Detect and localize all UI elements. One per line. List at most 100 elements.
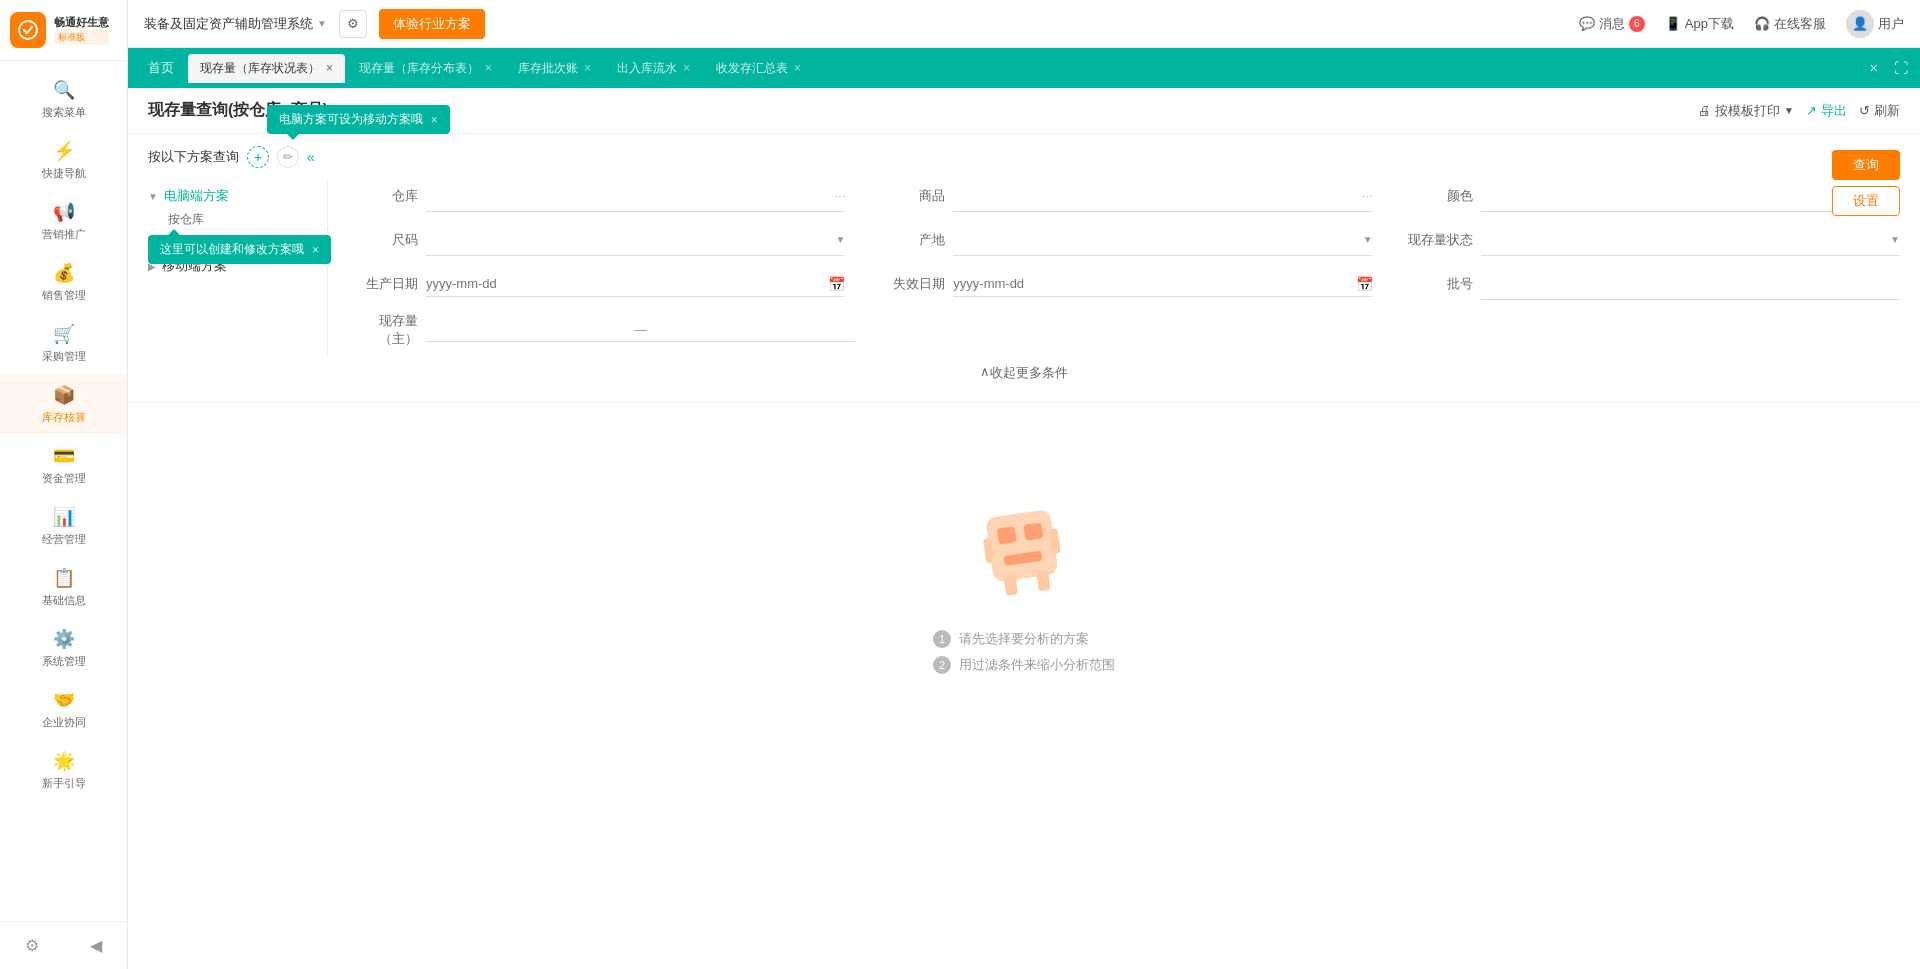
- filter-stock-qty: 现存量（主） —: [348, 312, 855, 348]
- trial-button[interactable]: 体验行业方案: [379, 9, 485, 39]
- user-label: 用户: [1878, 15, 1904, 33]
- search-button[interactable]: 查询: [1832, 150, 1900, 180]
- top-header: 装备及固定资产辅助管理系统 ▼ ⚙ 体验行业方案 💬 消息 6 📱 App下载 …: [128, 0, 1920, 48]
- filter-row-2: 尺码 ▼ 产地: [348, 224, 1900, 256]
- collapse-filter-row[interactable]: ∧ 收起更多条件: [148, 356, 1900, 390]
- filter-label: 按以下方案查询: [148, 148, 239, 166]
- sidebar-item-operations[interactable]: 📊 经营管理: [0, 496, 127, 557]
- sidebar-item-quicknav[interactable]: ⚡ 快捷导航: [0, 130, 127, 191]
- gear-button[interactable]: ⚙: [339, 10, 367, 38]
- sidebar-label-marketing: 营销推广: [42, 227, 86, 242]
- warehouse-input[interactable]: [426, 184, 834, 207]
- origin-input[interactable]: [953, 228, 1362, 251]
- filter-back-button[interactable]: «: [307, 149, 315, 165]
- tab-inventory-status[interactable]: 现存量（库存状况表） ×: [188, 54, 345, 83]
- tooltip-create-hint: 这里可以创建和修改方案哦 ×: [148, 235, 331, 264]
- tab-close-inventory-status[interactable]: ×: [326, 61, 333, 75]
- tab-label-inventory-status: 现存量（库存状况表）: [200, 60, 320, 77]
- tab-home[interactable]: 首页: [136, 53, 186, 83]
- print-action[interactable]: 🖨 按模板打印 ▼: [1698, 102, 1794, 120]
- sidebar-item-finance[interactable]: 💳 资金管理: [0, 435, 127, 496]
- tooltip-arrow-down: [287, 134, 299, 140]
- tooltip-create-close[interactable]: ×: [312, 243, 319, 257]
- stock-qty-min-input[interactable]: [426, 318, 630, 341]
- production-date-calendar-icon[interactable]: 📅: [828, 276, 845, 292]
- collapse-sidebar-btn[interactable]: ◀: [86, 932, 106, 959]
- stock-status-chevron-icon: ▼: [1890, 234, 1900, 245]
- svg-point-0: [19, 21, 37, 39]
- filter-row-1: 仓库 ··· 商品: [348, 180, 1900, 212]
- tooltip-scheme-close[interactable]: ×: [431, 113, 438, 127]
- empty-step-2: 2 用过滤条件来缩小分析范围: [933, 656, 1115, 674]
- tab-close-summary[interactable]: ×: [794, 61, 801, 75]
- tree-label-desktop: 电脑端方案: [164, 187, 229, 205]
- tab-fullscreen-btn[interactable]: ⛶: [1890, 56, 1912, 80]
- empty-step-1: 1 请先选择要分析的方案: [933, 630, 1115, 648]
- sidebar-item-marketing[interactable]: 📢 营销推广: [0, 191, 127, 252]
- filter-production-date: 生产日期 📅: [348, 268, 845, 300]
- sidebar-item-basic[interactable]: 📋 基础信息: [0, 557, 127, 618]
- sidebar-label-search: 搜索菜单: [42, 105, 86, 120]
- range-separator: —: [634, 322, 647, 337]
- batch-input[interactable]: [1481, 272, 1900, 295]
- sidebar-item-inventory[interactable]: 📦 库存核算: [0, 374, 127, 435]
- tab-bar: 首页 现存量（库存状况表） × 现存量（库存分布表） × 库存批次账 × 出入库…: [128, 48, 1920, 88]
- tree-item-desktop[interactable]: ▼ 电脑端方案: [148, 184, 315, 208]
- enterprise-icon: 🤝: [53, 689, 75, 711]
- warehouse-dots-icon[interactable]: ···: [834, 188, 845, 203]
- user-action[interactable]: 👤 用户: [1846, 10, 1904, 38]
- settings-bottom-btn[interactable]: ⚙: [21, 932, 43, 959]
- sidebar-item-purchase[interactable]: 🛒 采购管理: [0, 313, 127, 374]
- print-icon: 🖨: [1698, 103, 1711, 118]
- tab-summary[interactable]: 收发存汇总表 ×: [704, 54, 813, 83]
- print-chevron: ▼: [1784, 105, 1794, 116]
- stock-status-input[interactable]: [1481, 228, 1890, 251]
- marketing-icon: 📢: [53, 201, 75, 223]
- tab-close-batch-account[interactable]: ×: [584, 61, 591, 75]
- filter-batch: 批号: [1403, 268, 1900, 300]
- message-action[interactable]: 💬 消息 6: [1579, 15, 1645, 33]
- sidebar-item-enterprise[interactable]: 🤝 企业协同: [0, 679, 127, 740]
- tree-child-warehouse[interactable]: 按仓库: [168, 208, 315, 231]
- filter-product: 商品 ···: [875, 180, 1372, 212]
- scheme-panel: 这里可以创建和修改方案哦 × ▼ 电脑端方案 按仓库: [148, 180, 328, 356]
- tab-batch-account[interactable]: 库存批次账 ×: [506, 54, 603, 83]
- content-inner: 现存量查询(按仓库+商品) 🖨 按模板打印 ▼ ↗ 导出 ↺: [128, 88, 1920, 969]
- collapse-filter-label: 收起更多条件: [990, 364, 1068, 382]
- tab-close-flow[interactable]: ×: [683, 61, 690, 75]
- chevron-down-icon: ▼: [317, 18, 327, 29]
- expiry-date-input[interactable]: [953, 276, 1355, 291]
- color-input[interactable]: [1481, 184, 1890, 207]
- product-input[interactable]: [953, 184, 1361, 207]
- stock-qty-max-input[interactable]: [651, 318, 855, 341]
- filter-add-button[interactable]: +: [247, 146, 269, 168]
- user-avatar: 👤: [1846, 10, 1874, 38]
- tab-flow[interactable]: 出入库流水 ×: [605, 54, 702, 83]
- production-date-input[interactable]: [426, 276, 828, 291]
- tab-close-inventory-distribution[interactable]: ×: [485, 61, 492, 75]
- system-selector[interactable]: 装备及固定资产辅助管理系统 ▼: [144, 15, 327, 33]
- empty-robot-svg: [964, 483, 1084, 603]
- expiry-date-label: 失效日期: [875, 275, 945, 293]
- export-action[interactable]: ↗ 导出: [1806, 102, 1847, 120]
- reset-button[interactable]: 设置: [1832, 186, 1900, 216]
- expiry-date-calendar-icon[interactable]: 📅: [1356, 276, 1373, 292]
- tooltip-create-text: 这里可以创建和修改方案哦: [160, 241, 304, 258]
- sidebar-item-sales[interactable]: 💰 销售管理: [0, 252, 127, 313]
- size-input[interactable]: [426, 228, 835, 251]
- refresh-action[interactable]: ↺ 刷新: [1859, 102, 1900, 120]
- sidebar-item-search[interactable]: 🔍 搜索菜单: [0, 69, 127, 130]
- tab-close-all-btn[interactable]: ×: [1866, 56, 1882, 80]
- sidebar-item-system[interactable]: ⚙️ 系统管理: [0, 618, 127, 679]
- sidebar-bottom: ⚙ ◀: [0, 921, 127, 969]
- tooltip-arrow-up: [168, 229, 180, 235]
- tab-inventory-distribution[interactable]: 现存量（库存分布表） ×: [347, 54, 504, 83]
- product-dots-icon[interactable]: ···: [1362, 188, 1373, 203]
- sidebar-label-sales: 销售管理: [42, 288, 86, 303]
- app-download-action[interactable]: 📱 App下载: [1665, 15, 1734, 33]
- filter-edit-button[interactable]: ✏: [277, 146, 299, 168]
- filter-warehouse: 仓库 ···: [348, 180, 845, 212]
- online-support-action[interactable]: 🎧 在线客服: [1754, 15, 1826, 33]
- sidebar-label-basic: 基础信息: [42, 593, 86, 608]
- sidebar-item-guide[interactable]: 🌟 新手引导: [0, 740, 127, 801]
